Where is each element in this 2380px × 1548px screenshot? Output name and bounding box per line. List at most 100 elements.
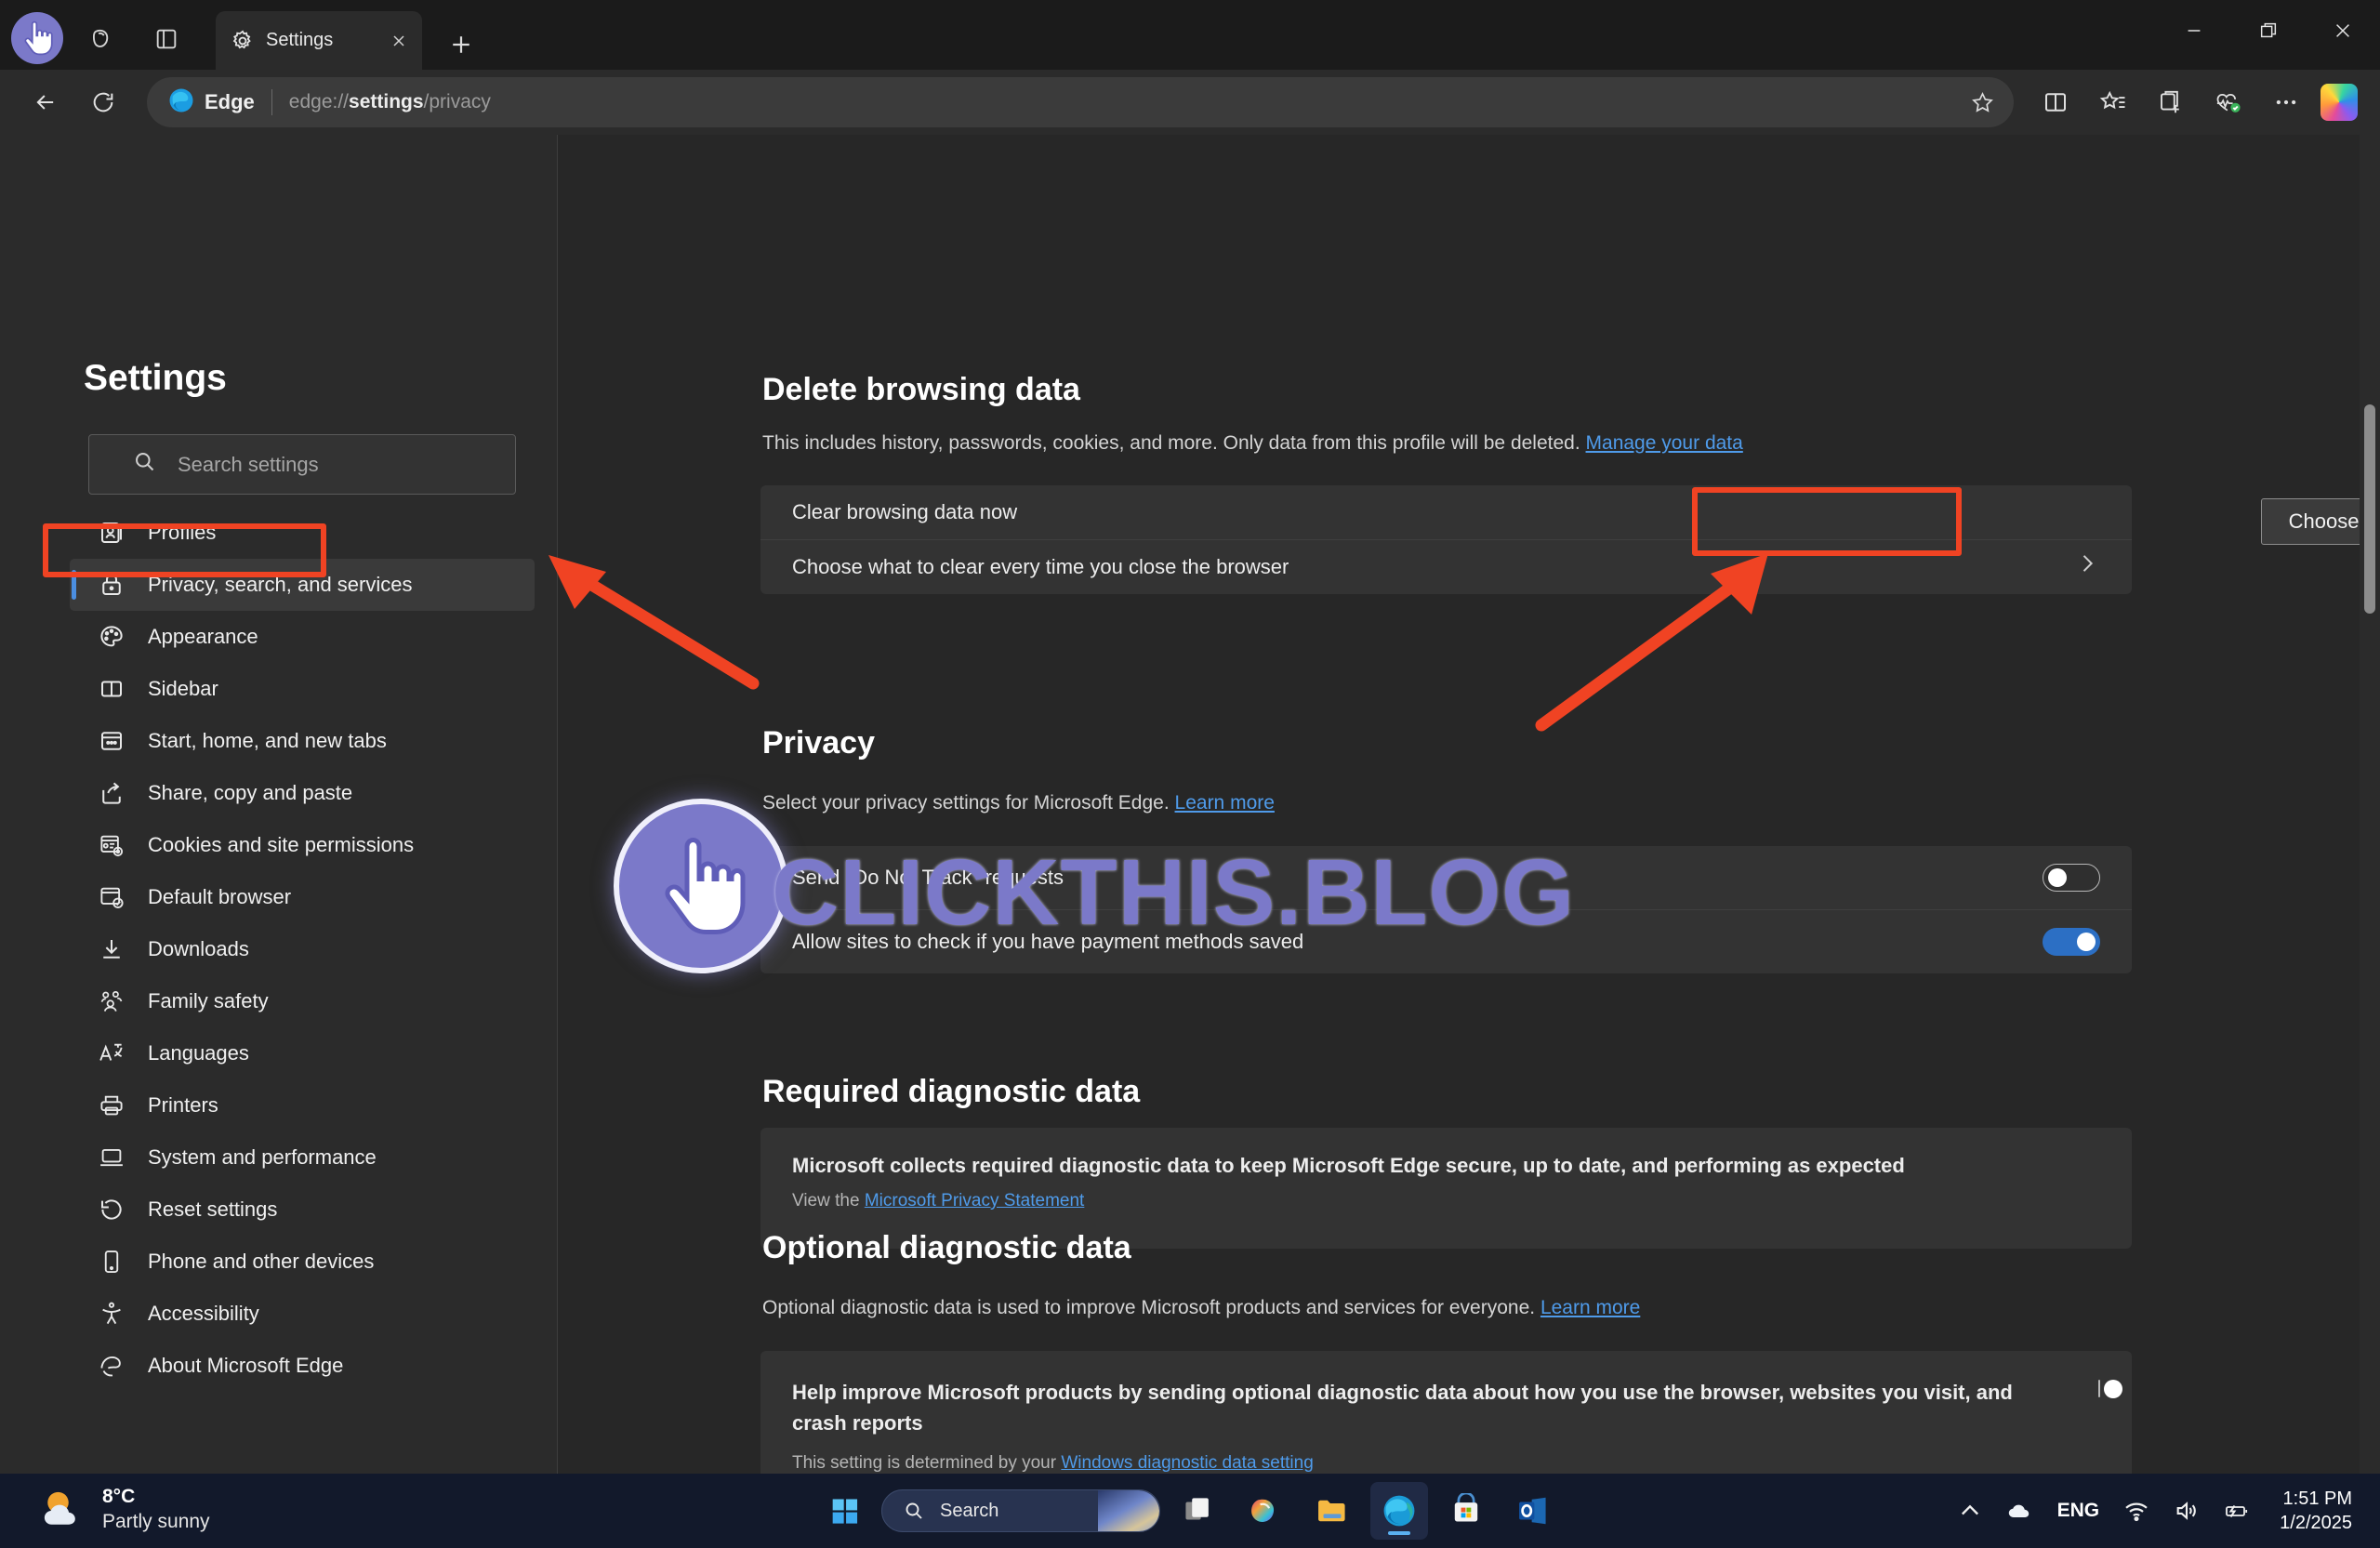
search-highlight-thumbnail [1098,1490,1159,1531]
copilot-taskbar-button[interactable] [1236,1482,1294,1540]
choose-what-to-clear-every-time-row[interactable]: Choose what to clear every time you clos… [760,540,2132,594]
taskbar-search-box[interactable]: Search [881,1489,1160,1532]
sidebar-item-system-and-performance[interactable]: System and performance [70,1131,535,1184]
copilot-button[interactable] [2320,84,2358,121]
ellipsis-icon [2276,99,2296,105]
sidebar-item-about-microsoft-edge[interactable]: About Microsoft Edge [70,1340,535,1392]
privacy-description-text: Select your privacy settings for Microso… [762,792,1170,814]
settings-sidebar: Settings Search settings Profiles Privac… [0,135,558,1474]
sidebar-item-profiles[interactable]: Profiles [70,507,535,559]
onedrive-button[interactable] [2007,1498,2033,1524]
sidebar-item-start-home-and-new-tabs[interactable]: Start, home, and new tabs [70,715,535,767]
tray-overflow-button[interactable] [1957,1498,1983,1524]
do-not-track-toggle[interactable] [2043,864,2100,892]
optional-diagnostic-data-description-text: Optional diagnostic data is used to impr… [762,1297,1536,1318]
partly-sunny-icon [37,1485,87,1535]
tab-strip: Settings [0,0,2380,70]
wifi-button[interactable] [2123,1498,2149,1524]
hand-cursor-avatar-icon [24,20,53,56]
windows-start-icon [832,1499,858,1524]
delete-browsing-data-description-text: This includes history, passwords, cookie… [762,432,1580,454]
sidebar-item-phone-and-other-devices[interactable]: Phone and other devices [70,1236,535,1288]
required-diagnostic-data-footer: View the Microsoft Privacy Statement [760,1178,2132,1211]
manage-your-data-link[interactable]: Manage your data [1586,432,1743,454]
default-browser-check-icon [96,881,127,913]
volume-icon [2176,1502,2196,1520]
taskbar-search-placeholder: Search [940,1500,999,1521]
start-button[interactable] [818,1484,872,1538]
main-scrollbar[interactable] [2360,135,2380,1474]
search-settings-input[interactable]: Search settings [88,434,516,495]
sidebar-item-share-copy-and-paste[interactable]: Share, copy and paste [70,767,535,819]
sidebar-item-label: Start, home, and new tabs [148,729,387,752]
scrollbar-thumb[interactable] [2364,404,2375,614]
address-bar[interactable]: Edge edge://settings/privacy [147,77,2014,127]
sidebar-item-default-browser[interactable]: Default browser [70,871,535,923]
sidebar-item-sidebar[interactable]: Sidebar [70,663,535,715]
sidebar-item-family-safety[interactable]: Family safety [70,975,535,1027]
payment-methods-row: Allow sites to check if you have payment… [760,910,2132,973]
microsoft-privacy-statement-link[interactable]: Microsoft Privacy Statement [865,1191,1085,1211]
minimize-button[interactable] [2157,0,2231,61]
settings-more-button[interactable] [2257,75,2315,129]
accessibility-person-icon [96,1298,127,1330]
collections-add-icon [2161,90,2179,113]
favorite-star-button[interactable] [1964,84,2001,121]
sidebar-item-label: Phone and other devices [148,1250,375,1273]
plus-icon [453,36,469,53]
store-bag-icon [1454,1493,1478,1522]
task-view-button[interactable] [1170,1482,1227,1540]
star-icon [1971,91,1993,112]
close-icon[interactable] [385,27,413,55]
sidebar-item-printers[interactable]: Printers [70,1079,535,1131]
new-tab-button[interactable] [437,22,485,67]
weather-temperature: 8°C [102,1486,136,1508]
sidebar-item-reset-settings[interactable]: Reset settings [70,1184,535,1236]
maximize-button[interactable] [2231,0,2306,61]
sidebar-item-label: Family safety [148,989,269,1012]
vertical-tabs-icon [156,29,177,49]
file-explorer-button[interactable] [1303,1482,1361,1540]
battery-button[interactable] [2224,1498,2250,1524]
taskbar-weather-widget[interactable]: 8°C Partly sunny [37,1485,210,1535]
split-screen-button[interactable] [2027,75,2084,129]
sidebar-item-downloads[interactable]: Downloads [70,923,535,975]
navigation-toolbar: Edge edge://settings/privacy [0,70,2380,135]
sidebar-item-label: About Microsoft Edge [148,1354,344,1377]
close-window-button[interactable] [2306,0,2380,61]
back-button[interactable] [17,73,74,131]
sidebar-item-cookies-and-site-permissions[interactable]: Cookies and site permissions [70,819,535,871]
privacy-learn-more-link[interactable]: Learn more [1175,792,1275,814]
do-not-track-row: Send "Do Not Track" requests [760,846,2132,909]
tab-actions-button[interactable] [69,8,134,70]
sidebar-item-appearance[interactable]: Appearance [70,611,535,663]
profile-card-icon [96,517,127,549]
profile-avatar[interactable] [11,12,63,64]
volume-button[interactable] [2174,1498,2200,1524]
optional-learn-more-link[interactable]: Learn more [1540,1297,1640,1318]
optional-diagnostic-data-toggle[interactable] [2098,1379,2122,1398]
reset-arrow-icon [96,1194,127,1225]
choose-what-to-clear-every-time-label: Choose what to clear every time you clos… [792,555,1289,578]
tab-settings[interactable]: Settings [216,11,422,70]
payment-methods-toggle[interactable] [2043,928,2100,956]
language-indicator[interactable]: ENG [2057,1500,2100,1522]
outlook-button[interactable] [1504,1482,1562,1540]
sidebar-item-accessibility[interactable]: Accessibility [70,1288,535,1340]
microsoft-store-button[interactable] [1437,1482,1495,1540]
clock[interactable]: 1:51 PM 1/2/2025 [2280,1487,2352,1535]
favorites-button[interactable] [2084,75,2142,129]
cookie-settings-icon [96,829,127,861]
split-pane-button[interactable] [134,8,199,70]
browser-essentials-button[interactable] [2200,75,2257,129]
edge-taskbar-button[interactable] [1370,1482,1428,1540]
languages-icon [96,1038,127,1069]
optional-diagnostic-data-card: Help improve Microsoft products by sendi… [760,1351,2132,1474]
sidebar-item-privacy-search-and-services[interactable]: Privacy, search, and services [70,559,535,611]
sidebar-item-languages[interactable]: Languages [70,1027,535,1079]
windows-diagnostic-data-setting-link[interactable]: Windows diagnostic data setting [1061,1453,1313,1473]
minimize-icon [2188,30,2201,32]
refresh-button[interactable] [74,73,132,131]
collections-button[interactable] [2142,75,2200,129]
clear-browsing-data-now-label: Clear browsing data now [792,500,1018,523]
